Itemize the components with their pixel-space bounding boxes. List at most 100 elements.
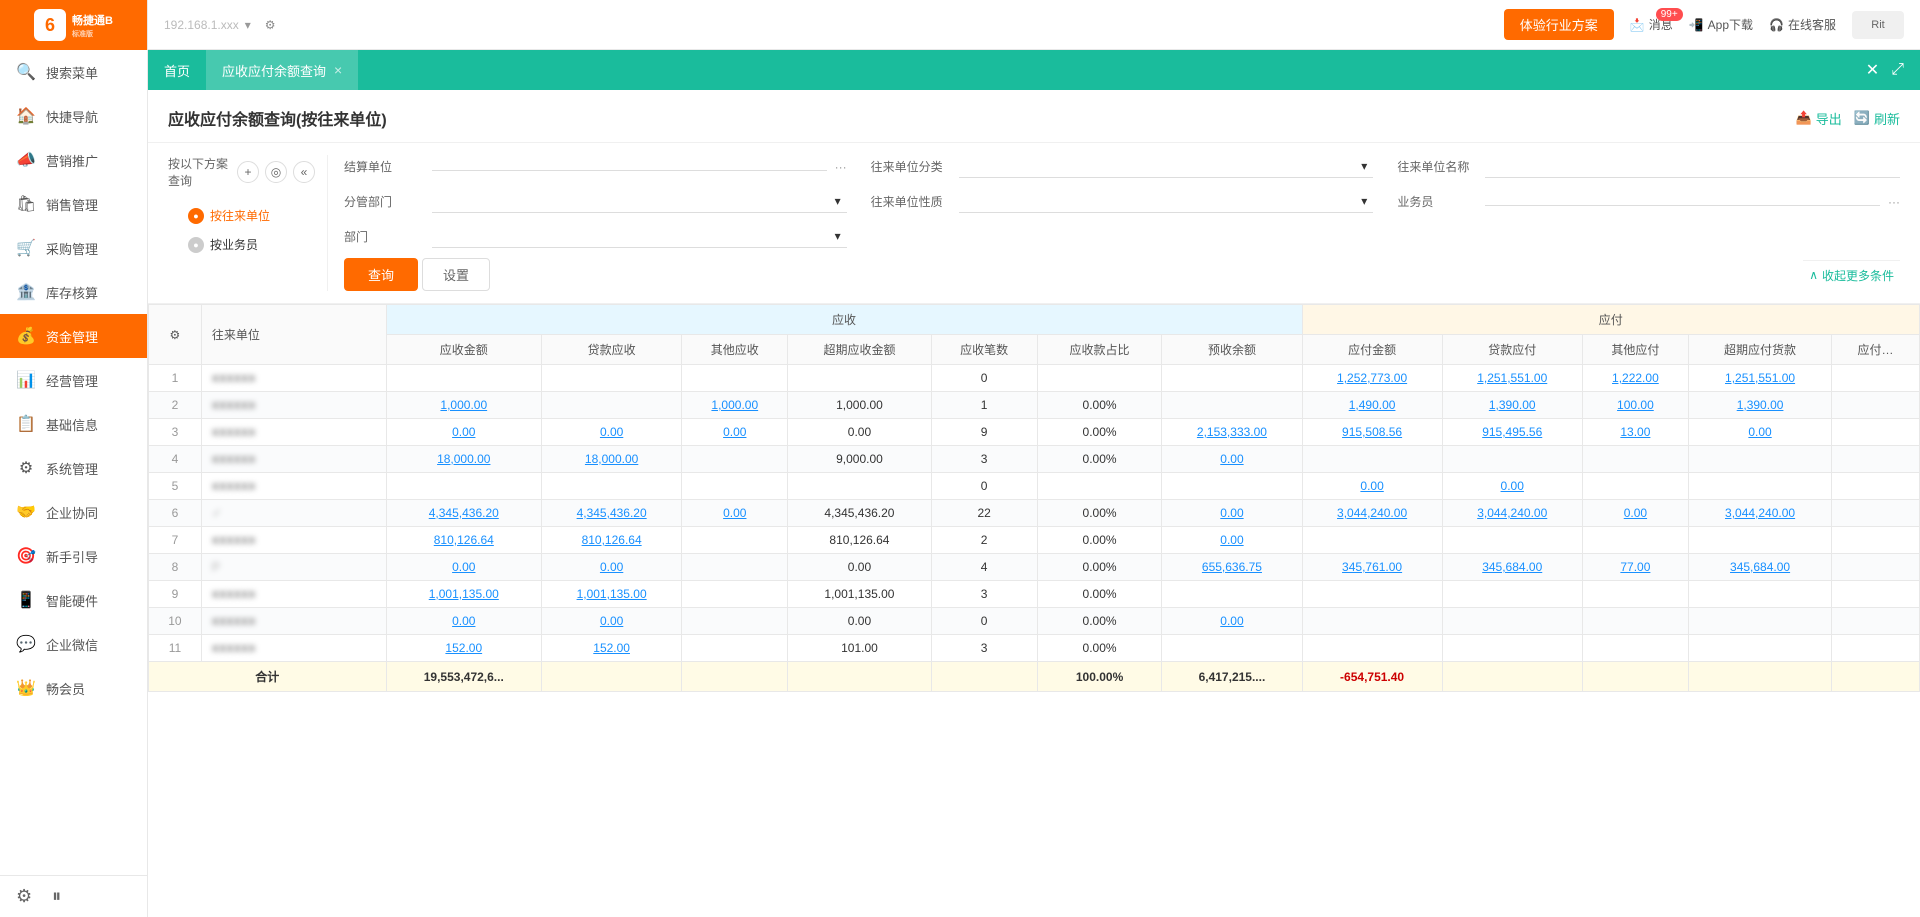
username-label: Rit [1871, 19, 1884, 31]
sales-icon: 🛍 [16, 194, 36, 214]
th-ar-prepay: 预收余额 [1162, 335, 1302, 365]
service-btn[interactable]: 🎧 在线客服 [1769, 16, 1836, 33]
sidebar-item-member[interactable]: 👑 畅会员 [0, 666, 147, 710]
settings-icon[interactable]: ⚙ [16, 886, 32, 907]
avatar[interactable]: Rit [1852, 11, 1904, 39]
th-ap-overdue: 超期应付货款 [1689, 335, 1832, 365]
tab-close-icon[interactable]: × [334, 62, 342, 78]
sidebar-item-collab[interactable]: 🤝 企业协同 [0, 490, 147, 534]
logo-sub: 标准版 [72, 29, 113, 39]
settings-icon[interactable]: ⚙ [170, 328, 181, 342]
edit-scheme-button[interactable]: ◎ [265, 161, 287, 183]
content-panel: 应收应付余额查询(按往来单位) 📤 导出 🔄 刷新 按以下方案查询 [148, 90, 1920, 917]
collapse-label: 收起更多条件 [1822, 267, 1894, 284]
collapse-icon: ∧ [1809, 268, 1818, 282]
tab-bar: 首页 应收应付余额查询 × ✕ ⤢ [148, 50, 1920, 90]
sidebar-item-operation[interactable]: 📊 经营管理 [0, 358, 147, 402]
notification-btn[interactable]: 📩 消息 99+ [1630, 16, 1673, 33]
chevron-down-icon2: ▾ [835, 194, 841, 208]
th-ar-amount: 应收金额 [386, 335, 542, 365]
set-button[interactable]: 设置 [422, 258, 490, 291]
logo-name: 畅捷通B [72, 12, 113, 28]
scheme-item-partner[interactable]: ● 按往来单位 [176, 201, 315, 230]
sidebar-item-nav[interactable]: 🏠 快捷导航 [0, 94, 147, 138]
member-icon: 👑 [16, 678, 36, 698]
bell-icon: 📩 [1630, 18, 1645, 32]
sidebar-item-marketing[interactable]: 📣 营销推广 [0, 138, 147, 182]
marketing-icon: 📣 [16, 150, 36, 170]
operation-icon: 📊 [16, 370, 36, 390]
partner-nature-select[interactable]: ▾ [959, 190, 1374, 213]
sidebar-item-system[interactable]: ⚙ 系统管理 [0, 446, 147, 490]
collapse-button[interactable]: ∧ 收起更多条件 [1803, 260, 1900, 290]
sidebar-item-search[interactable]: 🔍 搜索菜单 [0, 50, 147, 94]
sidebar-item-purchase[interactable]: 🛒 采购管理 [0, 226, 147, 270]
filter-dept: 分管部门 ▾ [344, 190, 847, 213]
guide-icon: 🎯 [16, 546, 36, 566]
dept-select[interactable]: ▾ [432, 190, 847, 213]
sub-dept-select[interactable]: ▾ [432, 225, 847, 248]
refresh-button[interactable]: 🔄 刷新 [1854, 109, 1900, 128]
th-ap-loan: 贷款应付 [1442, 335, 1582, 365]
th-group-ar: 应收 [386, 305, 1302, 335]
system-icon: ⚙ [16, 458, 36, 478]
tab-bar-right: ✕ ⤢ [1866, 60, 1920, 80]
table-row: 3■■■■■■0.000.000.000.0090.00%2,153,333.0… [149, 419, 1920, 446]
salesman-dots[interactable]: ··· [1888, 195, 1900, 209]
th-group-ap: 应付 [1302, 305, 1919, 335]
scheme-list: ● 按往来单位 ● 按业务员 [176, 201, 315, 259]
hardware-icon: 📱 [16, 590, 36, 610]
th-ar-other: 其他应收 [682, 335, 788, 365]
th-ar-loan: 贷款应收 [542, 335, 682, 365]
basic-icon: 📋 [16, 414, 36, 434]
data-table: ⚙ 往来单位 应收 应付 应收金额 贷款应收 其他应收 超期应收金额 应收笔数 … [148, 304, 1920, 692]
table-row: 7■■■■■■810,126.64810,126.64810,126.6420.… [149, 527, 1920, 554]
sidebar-item-sales[interactable]: 🛍 销售管理 [0, 182, 147, 226]
sidebar-bottom: ⚙ ⏸ [0, 875, 147, 917]
sidebar: 6 畅捷通B 标准版 🔍 搜索菜单 🏠 快捷导航 📣 营销推广 🛍 销售管理 🛒… [0, 0, 148, 917]
chevron-down-icon: ▾ [1361, 159, 1367, 173]
sidebar-item-wechat[interactable]: 💬 企业微信 [0, 622, 147, 666]
app-download-btn[interactable]: 📲 App下载 [1689, 16, 1753, 33]
promo-button[interactable]: 体验行业方案 [1504, 9, 1614, 40]
export-button[interactable]: 📤 导出 [1796, 109, 1842, 128]
purchase-icon: 🛒 [16, 238, 36, 258]
page-title: 应收应付余额查询(按往来单位) [168, 106, 1796, 130]
partner-category-select[interactable]: ▾ [959, 155, 1374, 178]
settlement-unit-dots[interactable]: ··· [835, 160, 847, 174]
add-scheme-button[interactable]: + [237, 161, 259, 183]
table-row: 9■■■■■■1,001,135.001,001,135.001,001,135… [149, 581, 1920, 608]
back-button[interactable]: « [293, 161, 315, 183]
scheme-item-salesman[interactable]: ● 按业务员 [176, 230, 315, 259]
total-label: 合计 [149, 662, 387, 692]
gear-small-icon[interactable]: ⚙ [265, 18, 276, 32]
tab-home[interactable]: 首页 [148, 50, 206, 90]
pause-icon[interactable]: ⏸ [52, 886, 61, 907]
topbar: 192.168.1.xxx ▾ ⚙ 体验行业方案 📩 消息 99+ 📲 App下… [148, 0, 1920, 50]
expand-icon[interactable]: ⤢ [1891, 61, 1904, 79]
filter-fields-area: 结算单位 ··· 往来单位分类 ▾ 往来单位名称 [328, 155, 1900, 291]
sidebar-item-basic[interactable]: 📋 基础信息 [0, 402, 147, 446]
query-button[interactable]: 查询 [344, 258, 418, 291]
tab-ar-query[interactable]: 应收应付余额查询 × [206, 50, 358, 90]
sidebar-item-inventory[interactable]: 🏦 库存核算 [0, 270, 147, 314]
th-ap-other: 其他应付 [1582, 335, 1688, 365]
chevron-down-icon3: ▾ [1361, 194, 1367, 208]
panel-actions: 📤 导出 🔄 刷新 [1796, 109, 1900, 128]
home-icon: 🏠 [16, 106, 36, 126]
refresh-icon: 🔄 [1854, 110, 1870, 126]
wechat-icon: 💬 [16, 634, 36, 654]
filter-partner-category: 往来单位分类 ▾ [871, 155, 1374, 178]
sidebar-item-guide[interactable]: 🎯 新手引导 [0, 534, 147, 578]
service-label: 在线客服 [1788, 16, 1836, 33]
close-window-icon[interactable]: ✕ [1866, 60, 1879, 80]
filter-settlement-unit: 结算单位 ··· [344, 155, 847, 178]
app-label: App下载 [1708, 16, 1753, 33]
breadcrumb: 192.168.1.xxx ▾ ⚙ [164, 18, 1504, 32]
th-settings[interactable]: ⚙ [149, 305, 202, 365]
chevron-down-icon[interactable]: ▾ [245, 18, 251, 32]
partner-name-input[interactable] [1485, 155, 1900, 178]
scheme-dot-inactive: ● [188, 237, 204, 253]
sidebar-item-hardware[interactable]: 📱 智能硬件 [0, 578, 147, 622]
sidebar-item-finance[interactable]: 💰 资金管理 [0, 314, 147, 358]
